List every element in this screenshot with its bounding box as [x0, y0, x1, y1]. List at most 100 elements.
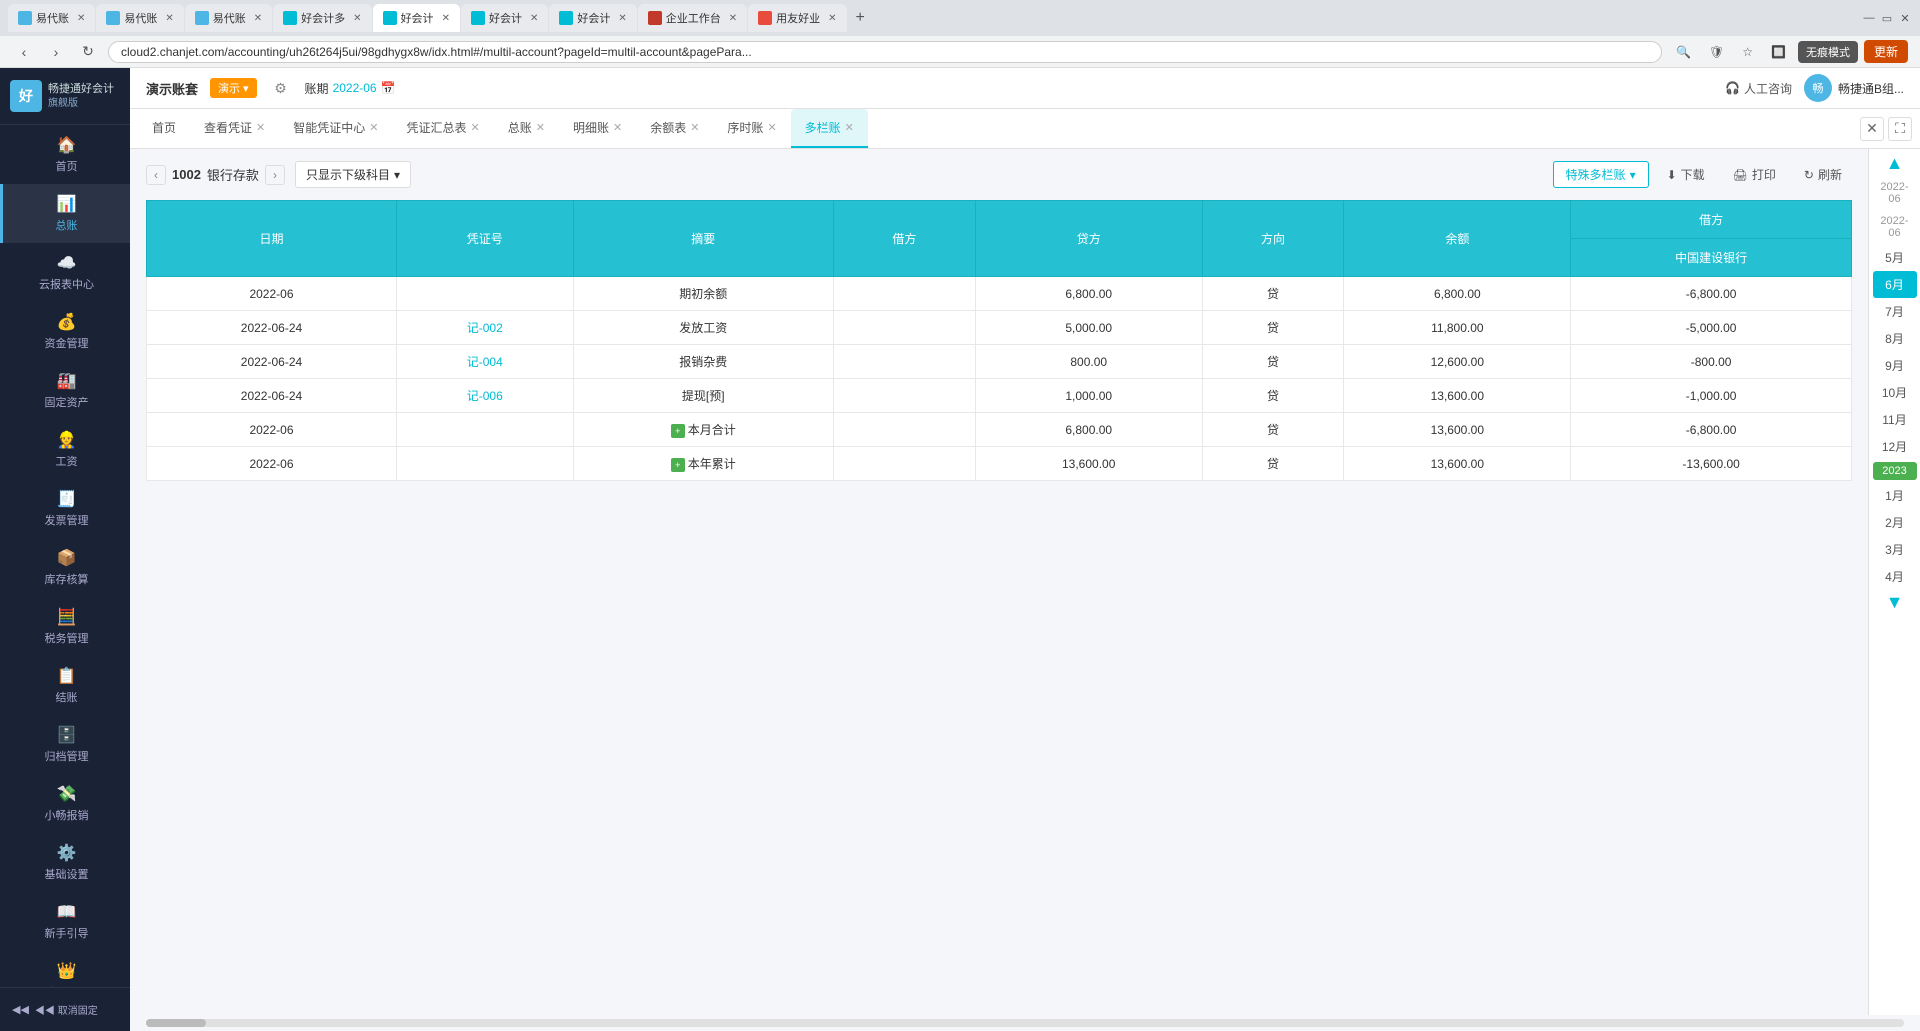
search-icon[interactable]: 🔍: [1670, 42, 1697, 62]
tab-haohuiji-2[interactable]: 好会计 ✕: [461, 4, 548, 32]
download-icon: ⬇: [1667, 168, 1677, 182]
sidebar-item-finance[interactable]: 💰 资金管理: [0, 302, 130, 361]
tab-close-multi[interactable]: ✕: [845, 121, 854, 134]
panel-scroll-up[interactable]: ▲: [1886, 153, 1904, 174]
sidebar-item-settings[interactable]: ⚙️ 基础设置: [0, 833, 130, 892]
month-11[interactable]: 11月: [1873, 406, 1917, 433]
download-button[interactable]: ⬇ 下载: [1657, 162, 1715, 187]
minimize-button[interactable]: —: [1862, 11, 1876, 25]
tab-close[interactable]: ✕: [729, 13, 737, 24]
consultant-button[interactable]: 🎧 人工咨询: [1725, 80, 1792, 97]
expand-tab-button[interactable]: ⛶: [1888, 117, 1912, 141]
back-button[interactable]: ‹: [12, 40, 36, 64]
sidebar-item-archive[interactable]: 🗄️ 归档管理: [0, 715, 130, 774]
incognito-button[interactable]: 无痕模式: [1798, 41, 1858, 63]
tab-home[interactable]: 首页: [138, 109, 190, 148]
sidebar-item-tax[interactable]: 🧮 税务管理: [0, 597, 130, 656]
voucher-link[interactable]: 记-002: [467, 321, 503, 335]
tab-haohuiji-1[interactable]: 好会计多 ✕: [273, 4, 371, 32]
sidebar-item-membership[interactable]: 👑 畅会员: [0, 951, 130, 987]
cell-voucher[interactable]: 记-002: [396, 311, 573, 345]
sidebar-item-guide[interactable]: 📖 新手引导: [0, 892, 130, 951]
tab-general-ledger[interactable]: 总账 ✕: [494, 109, 559, 148]
tab-detail-ledger[interactable]: 明细账 ✕: [559, 109, 636, 148]
tab-smart-center[interactable]: 智能凭证中心 ✕: [279, 109, 392, 148]
tab-youyou[interactable]: 用友好业 ✕: [748, 4, 846, 32]
tab-close-detail[interactable]: ✕: [613, 121, 622, 134]
h-scrollbar-thumb[interactable]: [146, 1019, 206, 1027]
sidebar-item-close[interactable]: 📋 结账: [0, 656, 130, 715]
voucher-link[interactable]: 记-006: [467, 389, 503, 403]
month-7[interactable]: 7月: [1873, 298, 1917, 325]
prev-account-button[interactable]: ‹: [146, 165, 166, 185]
tab-close[interactable]: ✕: [618, 13, 626, 24]
collapse-tab-button[interactable]: ✕: [1860, 117, 1884, 141]
cell-voucher[interactable]: 记-006: [396, 379, 573, 413]
tab-close[interactable]: ✕: [828, 13, 836, 24]
tab-sequence[interactable]: 序时账 ✕: [713, 109, 790, 148]
tab-view-voucher[interactable]: 查看凭证 ✕: [190, 109, 279, 148]
sidebar-item-home[interactable]: 🏠 首页: [0, 125, 130, 184]
month-6[interactable]: 6月: [1873, 271, 1917, 298]
maximize-button[interactable]: ▭: [1880, 11, 1894, 25]
month-1[interactable]: 1月: [1873, 482, 1917, 509]
sidebar-item-ledger[interactable]: 📊 总账: [0, 184, 130, 243]
calendar-icon[interactable]: 📅: [381, 81, 396, 95]
tab-close[interactable]: ✕: [254, 13, 262, 24]
month-3[interactable]: 3月: [1873, 536, 1917, 563]
month-4[interactable]: 4月: [1873, 563, 1917, 590]
tab-yidaizhang-1[interactable]: 易代账 ✕: [8, 4, 95, 32]
special-ledger-button[interactable]: 特殊多栏账 ▾: [1553, 161, 1649, 188]
forward-button[interactable]: ›: [44, 40, 68, 64]
h-scrollbar[interactable]: [146, 1019, 1904, 1027]
tab-close[interactable]: ✕: [77, 13, 85, 24]
panel-scroll-down[interactable]: ▼: [1886, 592, 1904, 613]
refresh-button[interactable]: ↻: [76, 40, 100, 64]
month-8[interactable]: 8月: [1873, 325, 1917, 352]
star-icon[interactable]: ☆: [1736, 42, 1759, 62]
tab-close-voucher-summary[interactable]: ✕: [471, 121, 480, 134]
tab-close-active[interactable]: ✕: [442, 13, 450, 24]
update-button[interactable]: 更新: [1864, 40, 1908, 63]
print-button[interactable]: 🖨 打印: [1723, 162, 1786, 187]
new-tab-button[interactable]: +: [848, 5, 873, 31]
tab-close-smart[interactable]: ✕: [369, 121, 378, 134]
tab-close-sequence[interactable]: ✕: [767, 121, 776, 134]
sidebar-item-inventory[interactable]: 📦 库存核算: [0, 538, 130, 597]
shield-icon[interactable]: 🛡: [1703, 42, 1730, 62]
extensions-icon[interactable]: 🔲: [1765, 42, 1792, 62]
tab-close[interactable]: ✕: [530, 13, 538, 24]
month-10[interactable]: 10月: [1873, 379, 1917, 406]
sidebar-item-salary[interactable]: 👷 工资: [0, 420, 130, 479]
tab-voucher-summary[interactable]: 凭证汇总表 ✕: [392, 109, 493, 148]
voucher-link[interactable]: 记-004: [467, 355, 503, 369]
sidebar-item-expense[interactable]: 💸 小畅报销: [0, 774, 130, 833]
sidebar-item-report[interactable]: ☁️ 云报表中心: [0, 243, 130, 302]
refresh-button[interactable]: ↻ 刷新: [1794, 162, 1852, 187]
tab-enterprise[interactable]: 企业工作台 ✕: [638, 4, 747, 32]
close-browser-button[interactable]: ✕: [1898, 11, 1912, 25]
sidebar-item-invoice[interactable]: 🧾 发票管理: [0, 479, 130, 538]
unpin-button[interactable]: ◀◀ ◀◀ 取消固定: [8, 996, 122, 1023]
tab-close-view-voucher[interactable]: ✕: [256, 121, 265, 134]
tab-multi-column[interactable]: 多栏账 ✕: [791, 109, 868, 148]
tab-close-balance[interactable]: ✕: [690, 121, 699, 134]
filter-dropdown[interactable]: 只显示下级科目 ▾: [295, 161, 411, 188]
tab-haohuiji-3[interactable]: 好会计 ✕: [549, 4, 636, 32]
tab-yidaizhang-2[interactable]: 易代账 ✕: [96, 4, 183, 32]
tab-haohuiji-active[interactable]: 好会计 ✕: [373, 4, 460, 32]
sidebar-item-assets[interactable]: 🏭 固定资产: [0, 361, 130, 420]
tab-close[interactable]: ✕: [353, 13, 361, 24]
month-5[interactable]: 5月: [1873, 244, 1917, 271]
tab-close-general[interactable]: ✕: [536, 121, 545, 134]
next-account-button[interactable]: ›: [265, 165, 285, 185]
month-12[interactable]: 12月: [1873, 433, 1917, 460]
url-input[interactable]: [108, 41, 1662, 63]
tab-close[interactable]: ✕: [165, 13, 173, 24]
tab-yidaizhang-3[interactable]: 易代账 ✕: [185, 4, 272, 32]
cell-voucher[interactable]: 记-004: [396, 345, 573, 379]
month-9[interactable]: 9月: [1873, 352, 1917, 379]
settings-gear-button[interactable]: ⚙: [269, 76, 293, 100]
tab-balance[interactable]: 余额表 ✕: [636, 109, 713, 148]
month-2[interactable]: 2月: [1873, 509, 1917, 536]
